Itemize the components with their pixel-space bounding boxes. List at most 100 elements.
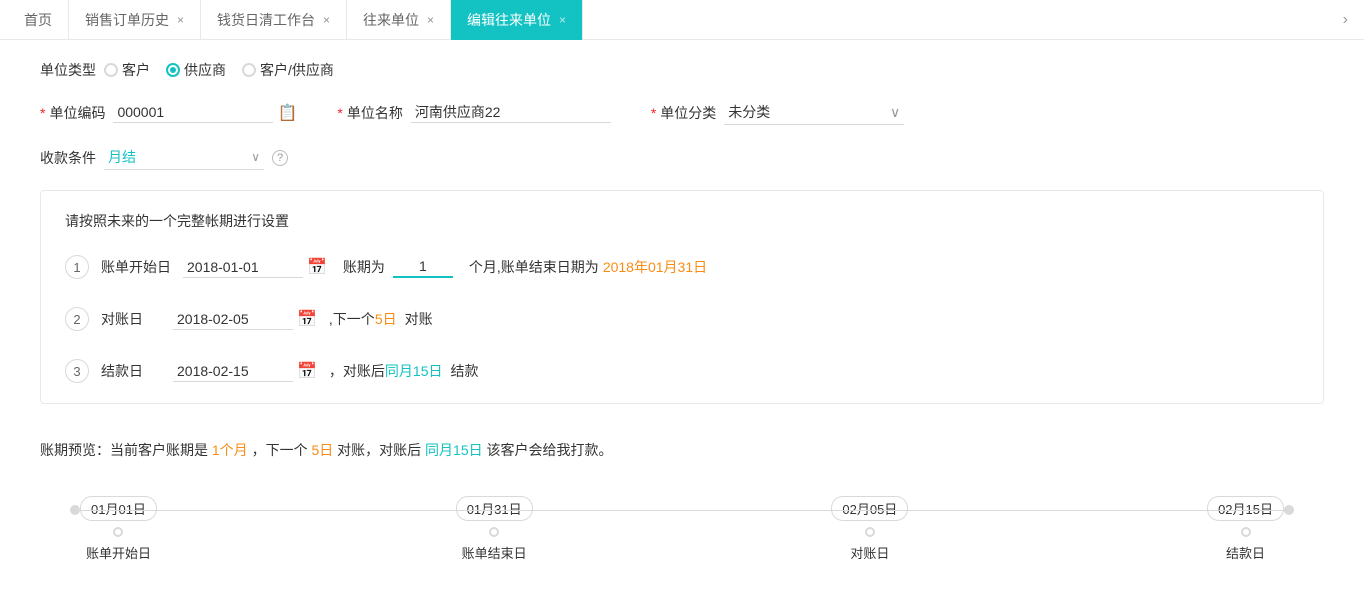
radio-supplier-label: 供应商 [184, 60, 226, 80]
preview-section: 账期预览：当前客户账期是 1个月 ，下一个 5日 对账，对账后 同月15日 该客… [40, 424, 1324, 572]
tab-sales-order-label: 销售订单历史 [85, 10, 169, 30]
row-num-1: 1 [65, 255, 89, 279]
timeline-label-2: 账单结束日 [462, 543, 527, 562]
radio-customer-circle [104, 63, 118, 77]
settings-section: 请按照未来的一个完整帐期进行设置 1 账单开始日 📅 账期为 个月,账单结束日期… [40, 190, 1324, 404]
row-label-1: 账单开始日 [101, 257, 171, 277]
unit-classify-star: * [651, 105, 656, 121]
section-title: 请按照未来的一个完整帐期进行设置 [65, 211, 1299, 231]
unit-code-icon[interactable]: 📋 [277, 103, 297, 123]
timeline-line [80, 510, 1284, 511]
timeline-label-1: 账单开始日 [86, 543, 151, 562]
radio-customer-label: 客户 [122, 60, 150, 80]
payment-label: 收款条件 [40, 148, 96, 168]
timeline-label-3: 对账日 [850, 543, 889, 562]
tab-home[interactable]: 首页 [8, 0, 69, 40]
payment-date-input[interactable] [173, 361, 293, 382]
period-month-input[interactable] [393, 256, 453, 278]
timeline-badge-1: 01月01日 [80, 496, 157, 521]
classify-chevron-down-icon: ∨ [890, 104, 900, 121]
timeline-right-end-dot [1284, 505, 1294, 515]
timeline-points: 01月01日 账单开始日 01月31日 账单结束日 02月05日 对账日 [80, 496, 1284, 572]
start-date-calendar-icon[interactable]: 📅 [307, 257, 327, 277]
row-2-highlight: 5日 [375, 309, 397, 329]
unit-classify-label: 单位分类 [660, 103, 716, 123]
setting-row-2: 2 对账日 📅 ,下一个 5日 对账 [65, 307, 1299, 331]
tab-home-label: 首页 [24, 10, 52, 30]
timeline-left-end-dot [70, 505, 80, 515]
radio-supplier[interactable]: 供应商 [166, 60, 226, 80]
unit-classify-select[interactable]: 未分类 ∨ [724, 100, 904, 125]
row-num-2: 2 [65, 307, 89, 331]
timeline-label-4: 结款日 [1226, 543, 1265, 562]
unit-classify-group: * 单位分类 未分类 ∨ [651, 100, 904, 125]
tab-edit-partner-close[interactable]: × [559, 13, 566, 27]
start-date-input[interactable] [183, 257, 303, 278]
row-1-end-date: 2018年01月31日 [603, 257, 707, 277]
timeline-badge-4: 02月15日 [1207, 496, 1284, 521]
tab-partner-units-label: 往来单位 [363, 10, 419, 30]
timeline-badge-3: 02月05日 [831, 496, 908, 521]
radio-customer-supplier[interactable]: 客户/供应商 [242, 60, 334, 80]
unit-code-input[interactable] [113, 102, 273, 123]
unit-name-group: * 单位名称 [337, 102, 610, 123]
radio-customer[interactable]: 客户 [104, 60, 150, 80]
row-2-desc-after: 对账 [405, 309, 433, 329]
payment-value: 月结 [108, 147, 251, 167]
timeline-dot-3 [865, 527, 875, 537]
timeline-dot-1 [113, 527, 123, 537]
row-3-desc-before: ，对账后 [329, 361, 385, 381]
unit-name-input[interactable] [411, 102, 611, 123]
unit-code-star: * [40, 105, 45, 121]
preview-mid1: ，下一个 [252, 442, 308, 458]
payment-chevron-down-icon: ∨ [251, 150, 260, 164]
timeline-dot-2 [489, 527, 499, 537]
unit-code-group: * 单位编码 📋 [40, 102, 297, 123]
preview-text: 账期预览：当前客户账期是 1个月 ，下一个 5日 对账，对账后 同月15日 该客… [40, 440, 1324, 460]
payment-select[interactable]: 月结 ∨ [104, 145, 264, 170]
preview-period: 1个月 [212, 442, 248, 458]
preview-payment-day: 同月15日 [425, 442, 483, 458]
unit-info-row: * 单位编码 📋 * 单位名称 * 单位分类 未分类 ∨ [40, 100, 1324, 125]
tab-partner-units-close[interactable]: × [427, 13, 434, 27]
timeline-point-1: 01月01日 账单开始日 [80, 496, 157, 562]
payment-help-icon[interactable]: ? [272, 150, 288, 166]
row-1-suffix: 个月,账单结束日期为 [469, 257, 599, 277]
radio-supplier-circle [166, 63, 180, 77]
tab-cash-work[interactable]: 钱货日清工作台 × [201, 0, 347, 40]
preview-suffix: 该客户会给我打款。 [487, 442, 613, 458]
unit-type-radio-group: 客户 供应商 客户/供应商 [104, 60, 334, 80]
timeline-point-2: 01月31日 账单结束日 [456, 496, 533, 562]
radio-customer-supplier-label: 客户/供应商 [260, 60, 334, 80]
tab-sales-order-close[interactable]: × [177, 13, 184, 27]
timeline-wrapper: 01月01日 账单开始日 01月31日 账单结束日 02月05日 对账日 [40, 488, 1324, 572]
tab-cash-work-close[interactable]: × [323, 13, 330, 27]
setting-row-1: 1 账单开始日 📅 账期为 个月,账单结束日期为 2018年01月31日 [65, 255, 1299, 279]
setting-row-3: 3 结款日 📅 ，对账后 同月15日 结款 [65, 359, 1299, 383]
row-3-desc-after: 结款 [451, 361, 479, 381]
reconcile-date-calendar-icon[interactable]: 📅 [297, 309, 317, 329]
row-label-2: 对账日 [101, 309, 161, 329]
row-label-3: 结款日 [101, 361, 161, 381]
tabs-arrow[interactable]: › [1335, 11, 1356, 29]
reconcile-date-input[interactable] [173, 309, 293, 330]
payment-row: 收款条件 月结 ∨ ? [40, 145, 1324, 170]
tab-edit-partner[interactable]: 编辑往来单位 × [451, 0, 583, 40]
unit-name-star: * [337, 105, 342, 121]
tabs-bar: 首页 销售订单历史 × 钱货日清工作台 × 往来单位 × 编辑往来单位 × › [0, 0, 1364, 40]
radio-customer-supplier-circle [242, 63, 256, 77]
payment-date-calendar-icon[interactable]: 📅 [297, 361, 317, 381]
preview-day: 5日 [311, 442, 333, 458]
preview-label: 账期预览：当前客户账期是 [40, 442, 208, 458]
unit-code-label: 单位编码 [49, 103, 105, 123]
timeline-badge-2: 01月31日 [456, 496, 533, 521]
row-2-desc-before: ,下一个 [329, 309, 375, 329]
tab-edit-partner-label: 编辑往来单位 [467, 10, 551, 30]
timeline-point-4: 02月15日 结款日 [1207, 496, 1284, 562]
unit-type-label: 单位类型 [40, 60, 96, 80]
tab-sales-order[interactable]: 销售订单历史 × [69, 0, 201, 40]
unit-type-row: 单位类型 客户 供应商 客户/供应商 [40, 60, 1324, 80]
tab-partner-units[interactable]: 往来单位 × [347, 0, 451, 40]
preview-mid2: 对账，对账后 [337, 442, 421, 458]
page-content: 单位类型 客户 供应商 客户/供应商 * 单位编码 📋 * 单位名称 [0, 40, 1364, 608]
